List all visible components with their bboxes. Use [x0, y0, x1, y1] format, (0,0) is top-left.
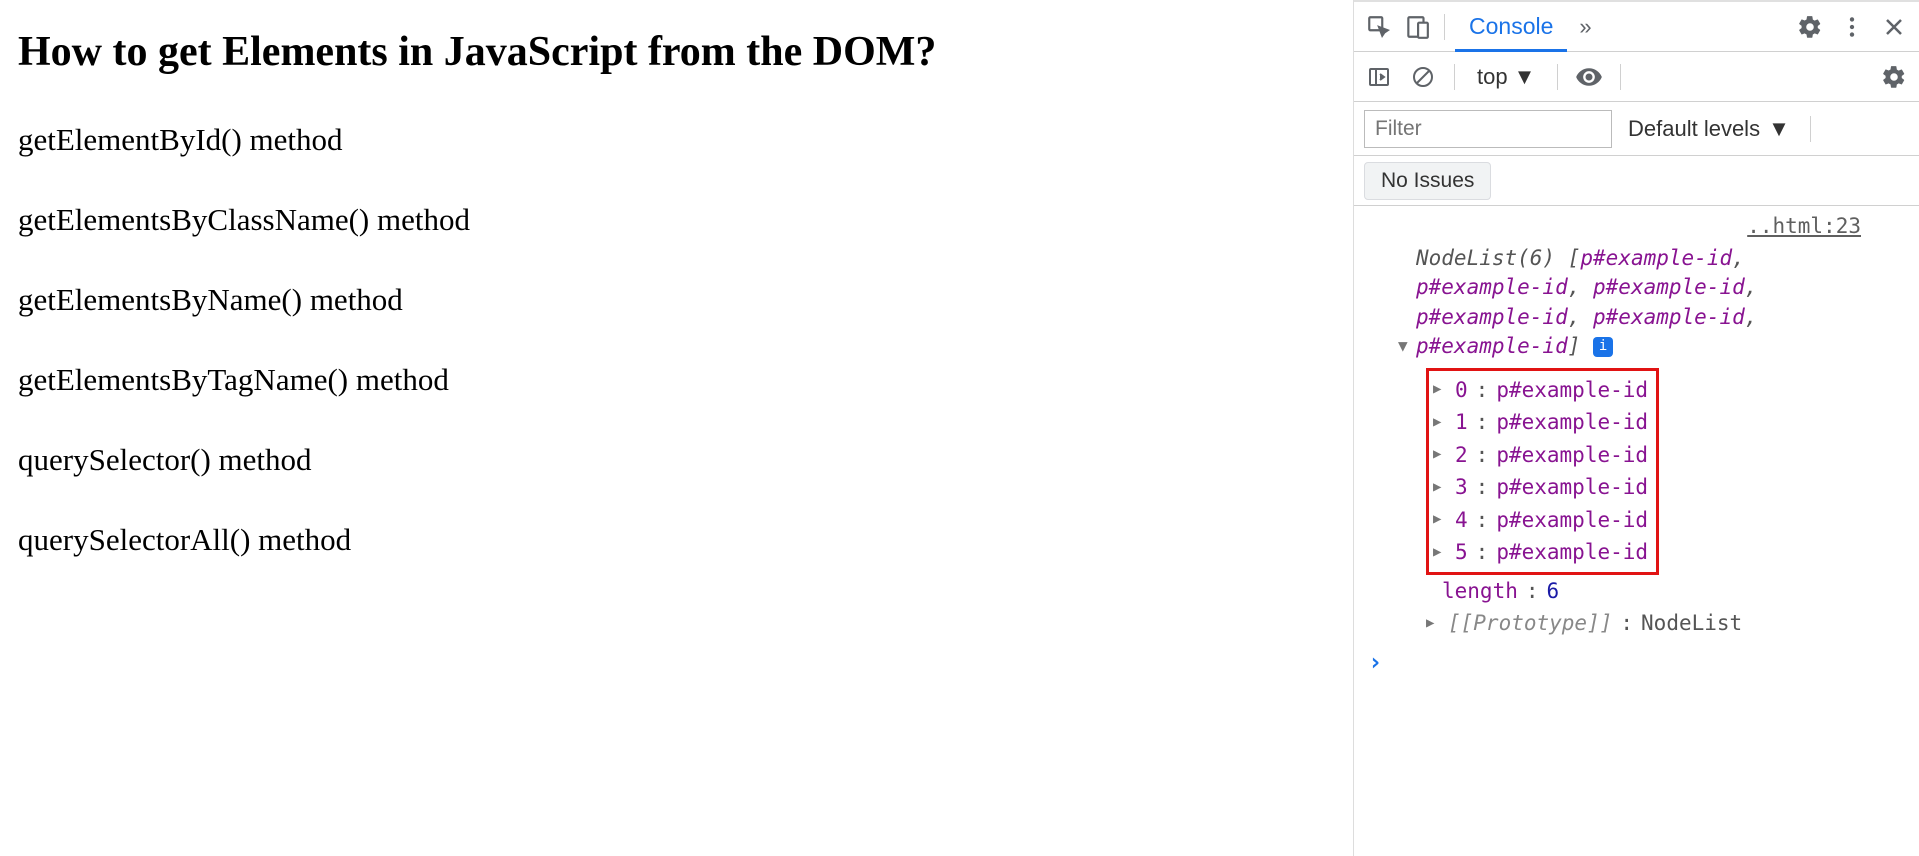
device-toggle-icon[interactable]	[1400, 10, 1434, 44]
close-devtools-icon[interactable]	[1877, 10, 1911, 44]
devtools-panel: Console » top ▼	[1354, 0, 1919, 856]
context-label: top	[1477, 64, 1508, 90]
length-property[interactable]: length:6	[1416, 575, 1919, 608]
kebab-menu-icon[interactable]	[1835, 10, 1869, 44]
list-item[interactable]: ▶0:p#example-id	[1433, 374, 1648, 407]
console-output[interactable]: ..html:23 ▼ NodeList(6) [p#example-id, p…	[1354, 206, 1919, 856]
log-levels-selector[interactable]: Default levels ▼	[1628, 116, 1790, 142]
separator	[1810, 116, 1811, 142]
paragraph: getElementsByName() method	[18, 282, 1335, 318]
disclosure-triangle-icon[interactable]: ▶	[1426, 613, 1440, 635]
list-item[interactable]: ▶4:p#example-id	[1433, 504, 1648, 537]
inspect-element-icon[interactable]	[1362, 10, 1396, 44]
sidebar-toggle-icon[interactable]	[1362, 60, 1396, 94]
separator	[1557, 64, 1558, 90]
console-filter-row: Default levels ▼	[1354, 102, 1919, 156]
nodelist-log[interactable]: ▼ NodeList(6) [p#example-id, p#example-i…	[1354, 244, 1919, 640]
object-summary: NodeList(6) [p#example-id, p#example-id,…	[1416, 244, 1919, 362]
filter-input[interactable]	[1364, 110, 1612, 148]
separator	[1620, 64, 1621, 90]
list-item[interactable]: ▶5:p#example-id	[1433, 536, 1648, 569]
settings-icon[interactable]	[1793, 10, 1827, 44]
prototype-property[interactable]: ▶ [[Prototype]]:NodeList	[1416, 607, 1919, 640]
issues-button[interactable]: No Issues	[1364, 162, 1491, 200]
context-selector[interactable]: top ▼	[1469, 64, 1543, 90]
tab-console[interactable]: Console	[1455, 1, 1567, 52]
console-prompt[interactable]: ›	[1354, 640, 1919, 684]
paragraph: querySelectorAll() method	[18, 522, 1335, 558]
more-tabs-icon[interactable]: »	[1571, 14, 1599, 40]
paragraph: getElementsByClassName() method	[18, 202, 1335, 238]
devtools-tabbar: Console »	[1354, 2, 1919, 52]
info-badge-icon[interactable]: i	[1593, 337, 1613, 357]
chevron-down-icon: ▼	[1768, 116, 1790, 142]
disclosure-triangle-icon[interactable]: ▶	[1433, 542, 1447, 564]
list-item[interactable]: ▶1:p#example-id	[1433, 406, 1648, 439]
live-expression-icon[interactable]	[1572, 60, 1606, 94]
console-settings-icon[interactable]	[1877, 60, 1911, 94]
issues-row: No Issues	[1354, 156, 1919, 206]
separator	[1444, 14, 1445, 40]
paragraph: getElementById() method	[18, 122, 1335, 158]
separator	[1454, 64, 1455, 90]
disclosure-triangle-icon[interactable]: ▶	[1433, 509, 1447, 531]
expanded-nodelist: ▶0:p#example-id ▶1:p#example-id ▶2:p#exa…	[1426, 368, 1659, 575]
source-link[interactable]: ..html:23	[1354, 214, 1919, 238]
disclosure-triangle-open-icon[interactable]: ▼	[1398, 335, 1408, 357]
disclosure-triangle-icon[interactable]: ▶	[1433, 412, 1447, 434]
page-content: How to get Elements in JavaScript from t…	[0, 0, 1354, 856]
chevron-down-icon: ▼	[1514, 64, 1536, 90]
disclosure-triangle-icon[interactable]: ▶	[1433, 379, 1447, 401]
page-heading: How to get Elements in JavaScript from t…	[18, 28, 1335, 76]
disclosure-triangle-icon[interactable]: ▶	[1433, 477, 1447, 499]
disclosure-triangle-icon[interactable]: ▶	[1433, 444, 1447, 466]
console-toolbar: top ▼	[1354, 52, 1919, 102]
clear-console-icon[interactable]	[1406, 60, 1440, 94]
paragraph: querySelector() method	[18, 442, 1335, 478]
list-item[interactable]: ▶2:p#example-id	[1433, 439, 1648, 472]
list-item[interactable]: ▶3:p#example-id	[1433, 471, 1648, 504]
levels-label: Default levels	[1628, 116, 1760, 142]
paragraph: getElementsByTagName() method	[18, 362, 1335, 398]
